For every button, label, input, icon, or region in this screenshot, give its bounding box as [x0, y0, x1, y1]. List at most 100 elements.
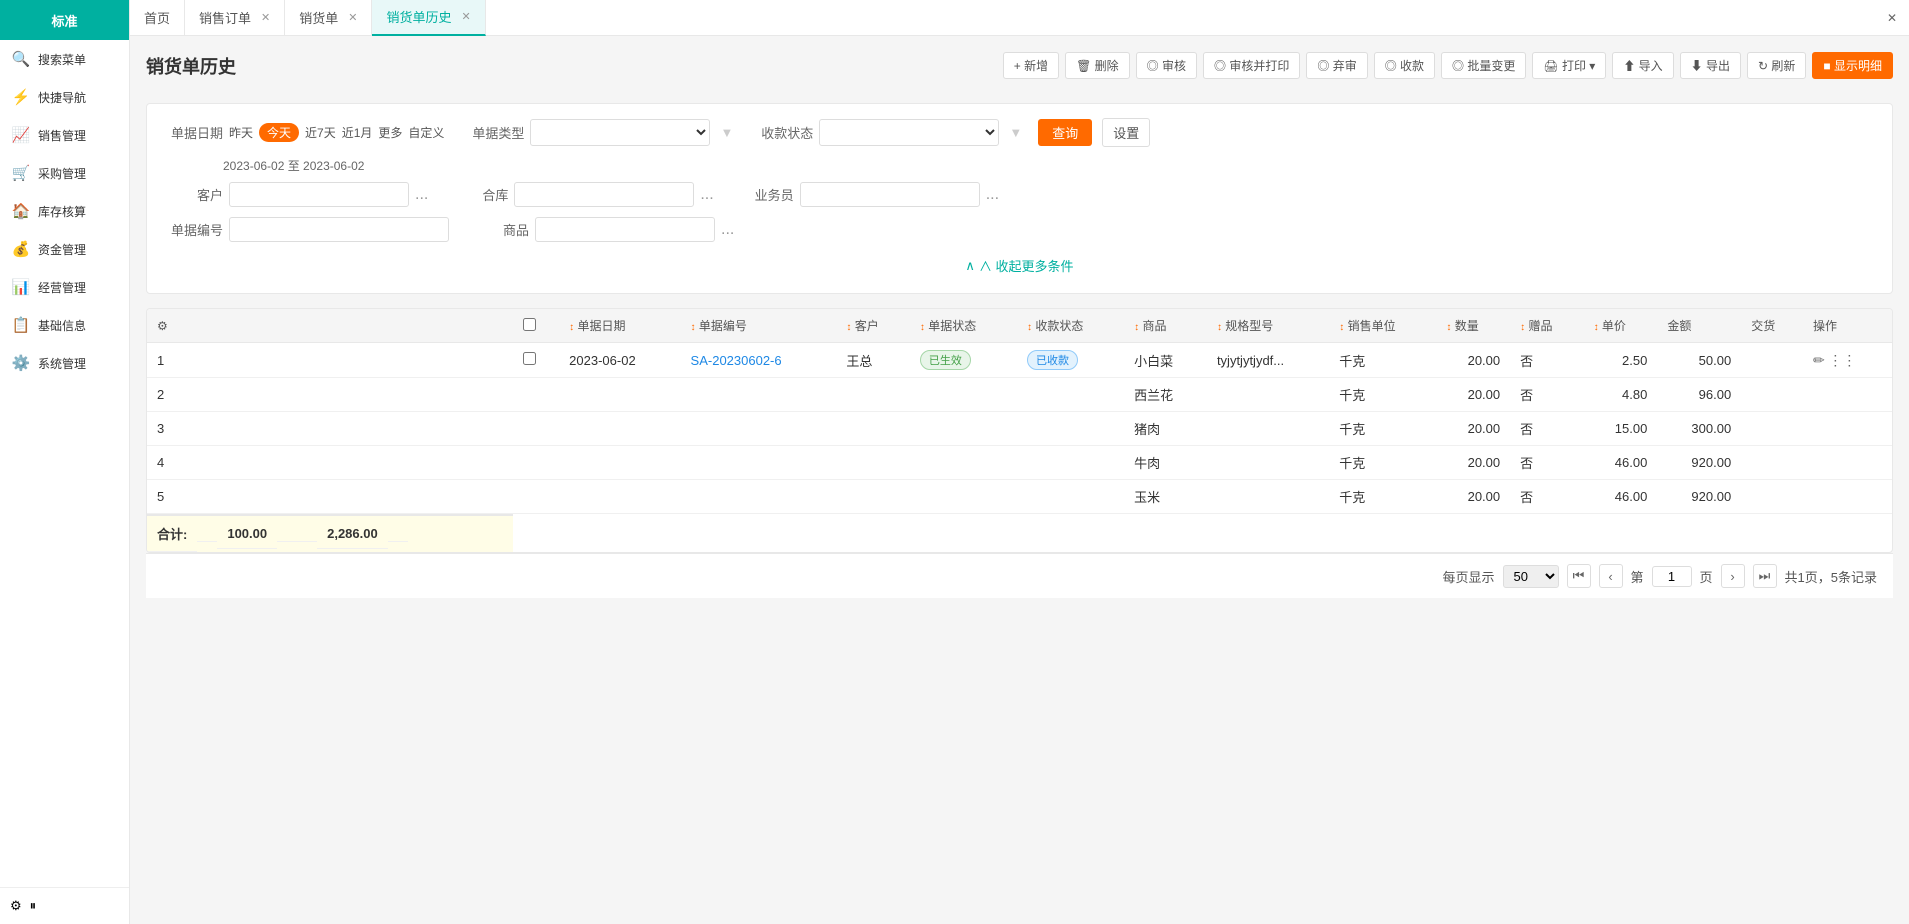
row-doc-no[interactable]: [681, 378, 837, 412]
sidebar-item-inventory[interactable]: 🏠 库存核算: [0, 192, 129, 230]
filter-docno-input[interactable]: [229, 217, 449, 242]
row-doc-no[interactable]: [681, 480, 837, 514]
col-qty: ↕ 数量: [1436, 309, 1510, 343]
audit-print-button[interactable]: ◎ 审核并打印: [1203, 52, 1300, 79]
collapse-filter-btn[interactable]: ∧ ∧ 收起更多条件: [163, 252, 1876, 279]
col-doc-date: ↕ 单据日期: [559, 309, 680, 343]
warehouse-picker-icon[interactable]: ...: [700, 187, 713, 203]
filter-row-2: 客户 ... 合库 ... 业务员 ...: [163, 182, 1876, 207]
delete-button[interactable]: 🗑 删除: [1065, 52, 1130, 79]
sidebar-toggle-icon[interactable]: ⏸: [30, 898, 37, 914]
row-checkbox[interactable]: [513, 412, 559, 446]
goods-picker-icon[interactable]: ...: [721, 222, 734, 238]
sidebar-item-ops-mgmt[interactable]: 📊 经营管理: [0, 268, 129, 306]
filter-collect-label: 收款状态: [753, 123, 813, 142]
add-button[interactable]: + 新增: [1003, 52, 1059, 79]
date-today[interactable]: 今天: [259, 123, 299, 142]
select-all-checkbox[interactable]: [523, 318, 536, 331]
row-goods: 西兰花: [1124, 378, 1207, 412]
sidebar-item-label: 搜索菜单: [38, 51, 86, 68]
tab-sales-history[interactable]: 销货单历史 ✕: [372, 0, 485, 36]
row-select-checkbox[interactable]: [523, 352, 536, 365]
total-records: 共1页，5条记录: [1785, 567, 1877, 586]
filter-goods-input[interactable]: [535, 217, 715, 242]
first-page-btn[interactable]: ⏮: [1567, 564, 1591, 588]
row-doc-date: 2023-06-02: [559, 343, 680, 378]
date-yesterday[interactable]: 昨天: [229, 124, 253, 141]
sort-icon: ↕: [1446, 322, 1451, 333]
table-row: 2 西兰花 千克 20.00 否 4.80 96.00: [147, 378, 1892, 412]
row-unit-price: 2.50: [1584, 343, 1658, 378]
sidebar-item-purchase-mgmt[interactable]: 🛒 采购管理: [0, 154, 129, 192]
col-unit-price: ↕ 单价: [1584, 309, 1658, 343]
row-doc-no[interactable]: SA-20230602-6: [681, 343, 837, 378]
row-checkbox[interactable]: [513, 343, 559, 378]
filter-warehouse-input[interactable]: [514, 182, 694, 207]
prev-page-btn[interactable]: ‹: [1599, 564, 1623, 588]
tab-close-all[interactable]: ✕: [1875, 11, 1909, 25]
audit-button[interactable]: ◎ 审核: [1136, 52, 1197, 79]
filter-salesperson-input[interactable]: [800, 182, 980, 207]
page-number-input[interactable]: [1652, 566, 1692, 587]
export-button[interactable]: ⬇ 导出: [1680, 52, 1741, 79]
last-page-btn[interactable]: ⏭: [1753, 564, 1777, 588]
filter-salesperson-group: 业务员 ...: [734, 182, 999, 207]
table-row: 4 牛肉 千克 20.00 否 46.00 920.00: [147, 446, 1892, 480]
footer-gift: [277, 527, 297, 542]
page-title: 销货单历史: [146, 53, 236, 79]
customer-picker-icon[interactable]: ...: [415, 187, 428, 203]
sidebar-item-sys-mgmt[interactable]: ⚙️ 系统管理: [0, 344, 129, 382]
row-customer: [836, 378, 909, 412]
sidebar-setting-icon[interactable]: ⚙: [10, 898, 22, 914]
date-more[interactable]: 更多: [378, 124, 402, 141]
date-1month[interactable]: 近1月: [342, 124, 373, 141]
row-checkbox[interactable]: [513, 480, 559, 514]
sidebar-item-basic-info[interactable]: 📋 基础信息: [0, 306, 129, 344]
next-page-btn[interactable]: ›: [1721, 564, 1745, 588]
sidebar-item-finance[interactable]: 💰 资金管理: [0, 230, 129, 268]
settings-button[interactable]: 设置: [1102, 118, 1150, 147]
sidebar-item-quick-nav[interactable]: ⚡ 快捷导航: [0, 78, 129, 116]
row-doc-status: [910, 480, 1017, 514]
row-amount: 920.00: [1657, 446, 1741, 480]
tab-sales-goods-close[interactable]: ✕: [348, 11, 357, 24]
print-button[interactable]: 🖨 打印 ▾: [1532, 52, 1606, 79]
row-doc-date: [559, 446, 680, 480]
row-doc-no[interactable]: [681, 446, 837, 480]
batch-change-button[interactable]: ◎ 批量变更: [1441, 52, 1526, 79]
page-size-select[interactable]: 50 10 20 100: [1503, 565, 1559, 588]
collect-button[interactable]: ◎ 收款: [1374, 52, 1435, 79]
date-custom[interactable]: 自定义: [408, 124, 444, 141]
row-doc-status: 已生效: [910, 343, 1017, 378]
abandon-button[interactable]: ◎ 弃审: [1306, 52, 1367, 79]
col-collect-status: ↕ 收款状态: [1017, 309, 1124, 343]
tab-sales-history-close[interactable]: ✕: [462, 10, 471, 23]
tab-sales-order[interactable]: 销售订单 ✕: [185, 0, 285, 36]
more-icon[interactable]: ⋮⋮: [1828, 352, 1856, 368]
filter-doctype-label: 单据类型: [464, 123, 524, 142]
filter-doctype-select[interactable]: [530, 119, 710, 146]
row-doc-status: [910, 378, 1017, 412]
refresh-button[interactable]: ↻ 刷新: [1747, 52, 1806, 79]
query-button[interactable]: 查询: [1038, 119, 1092, 146]
sidebar-item-search-menu[interactable]: 🔍 搜索菜单: [0, 40, 129, 78]
col-checkbox[interactable]: [513, 309, 559, 343]
sidebar-item-sales-mgmt[interactable]: 📈 销售管理: [0, 116, 129, 154]
tab-home[interactable]: 首页: [130, 0, 185, 36]
salesperson-picker-icon[interactable]: ...: [986, 187, 999, 203]
show-detail-button[interactable]: ■ 显示明细: [1812, 52, 1893, 79]
date-7days[interactable]: 近7天: [305, 124, 336, 141]
import-button[interactable]: ⬆ 导入: [1612, 52, 1673, 79]
row-doc-no[interactable]: [681, 412, 837, 446]
row-checkbox[interactable]: [513, 446, 559, 480]
edit-icon[interactable]: ✏: [1813, 352, 1825, 368]
row-checkbox[interactable]: [513, 378, 559, 412]
tab-sales-order-close[interactable]: ✕: [261, 11, 270, 24]
sort-icon: ↕: [920, 322, 925, 333]
filter-customer-input[interactable]: [229, 182, 409, 207]
col-settings[interactable]: ⚙: [147, 309, 513, 343]
row-goods: 牛肉: [1124, 446, 1207, 480]
filter-collect-select[interactable]: [819, 119, 999, 146]
tab-sales-goods[interactable]: 销货单 ✕: [285, 0, 372, 36]
sidebar-item-label: 基础信息: [38, 317, 86, 334]
